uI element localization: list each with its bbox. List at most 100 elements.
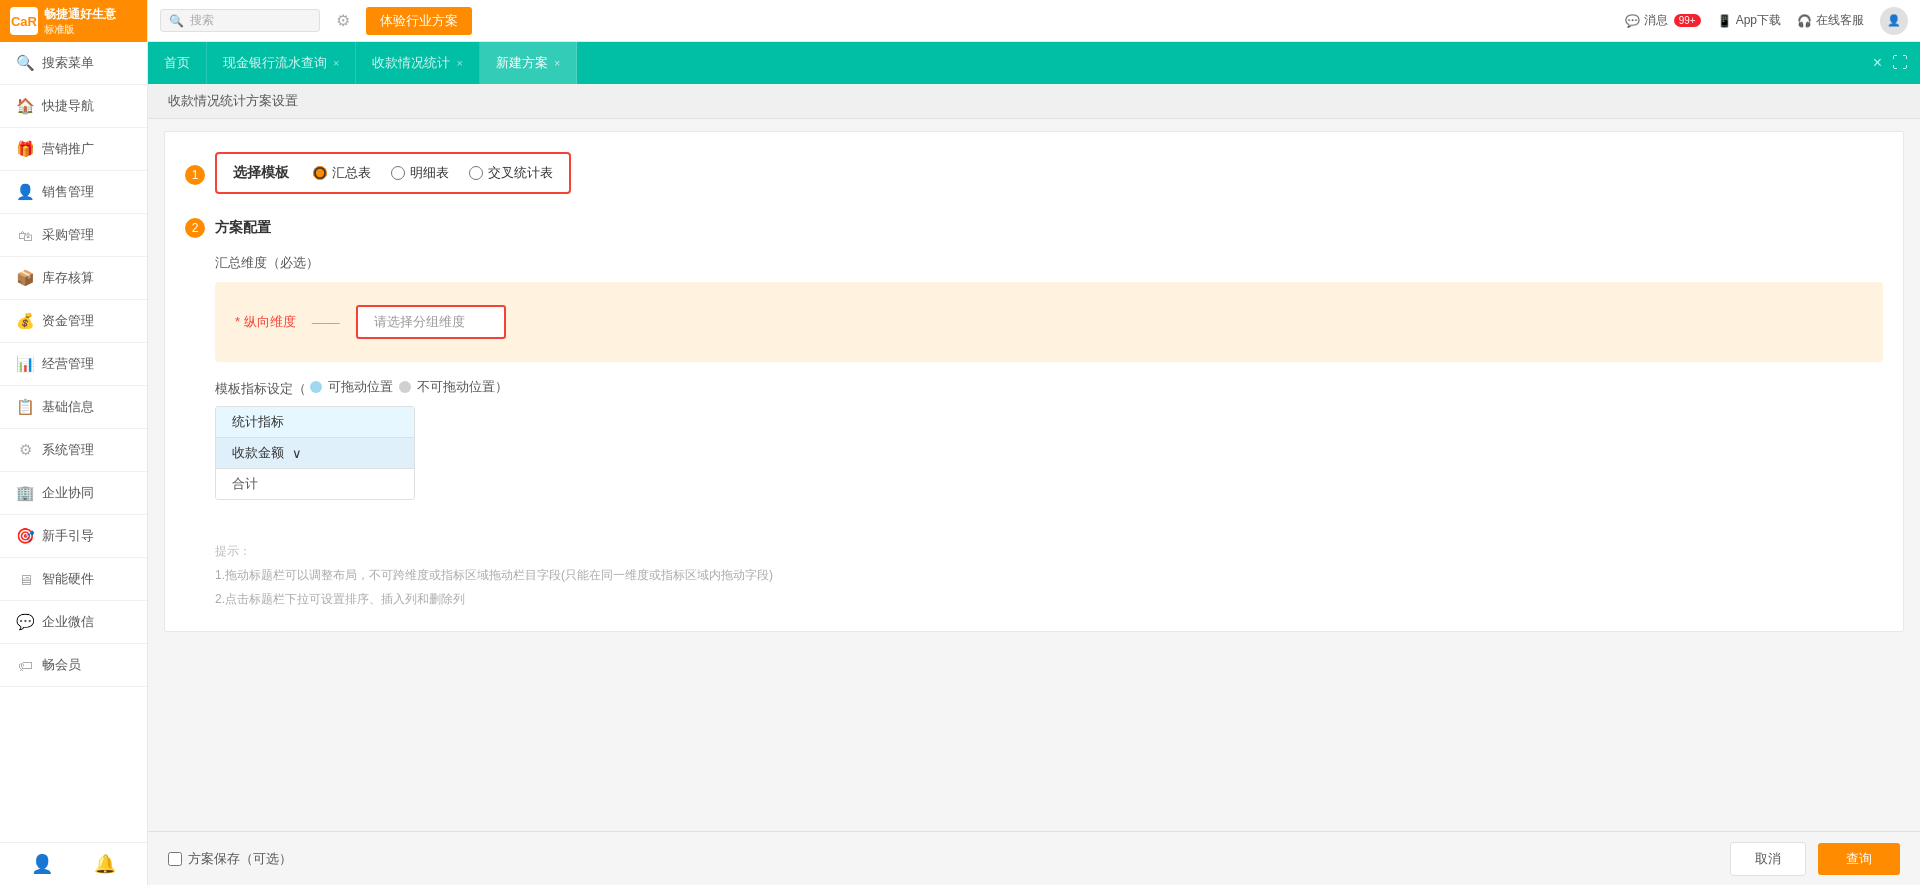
step2-header: 2 方案配置 [185, 218, 1883, 238]
metrics-total-row: 合计 [216, 469, 414, 499]
tabs-actions: × ⛶ [1873, 54, 1920, 72]
message-icon: 💬 [1625, 14, 1640, 28]
tab-cashflow[interactable]: 现金银行流水查询 × [207, 42, 356, 84]
radio-detail[interactable] [391, 166, 405, 180]
tab-bar: 首页 现金银行流水查询 × 收款情况统计 × 新建方案 × × ⛶ [148, 42, 1920, 84]
sidebar-label-quicknav: 快捷导航 [42, 97, 94, 115]
app-label: App下载 [1736, 12, 1781, 29]
total-label: 合计 [232, 476, 258, 491]
chat-icon: 💬 [16, 613, 34, 631]
user-avatar[interactable]: 👤 [1880, 7, 1908, 35]
tab-newplan-label: 新建方案 [496, 54, 548, 72]
template-options: 汇总表 明细表 交叉统计表 [313, 164, 553, 182]
option-detail[interactable]: 明细表 [391, 164, 449, 182]
sidebar-item-search[interactable]: 🔍 搜索菜单 [0, 42, 147, 85]
radio-cross[interactable] [469, 166, 483, 180]
sidebar-avatar: 👤 [31, 853, 53, 875]
sidebar-menu: 🔍 搜索菜单 🏠 快捷导航 🎁 营销推广 👤 销售管理 🛍 采购管理 📦 库存核… [0, 42, 147, 842]
sidebar-item-purchase[interactable]: 🛍 采购管理 [0, 214, 147, 257]
sidebar-item-operations[interactable]: 📊 经营管理 [0, 343, 147, 386]
option-cross-label: 交叉统计表 [488, 164, 553, 182]
tag-icon: 🏷 [16, 656, 34, 674]
home-icon: 🏠 [16, 97, 34, 115]
headset-icon: 🎧 [1797, 14, 1812, 28]
sidebar-label-guide: 新手引导 [42, 527, 94, 545]
bag-icon: 🛍 [16, 226, 34, 244]
tab-cashflow-close[interactable]: × [333, 57, 339, 69]
dim-select[interactable]: 请选择分组维度 [356, 305, 506, 339]
dropdown-icon[interactable]: ∨ [292, 446, 302, 461]
metrics-col-row[interactable]: 收款金额 ∨ [216, 438, 414, 469]
sidebar-item-enterprise[interactable]: 🏢 企业协同 [0, 472, 147, 515]
sidebar-item-sales[interactable]: 👤 销售管理 [0, 171, 147, 214]
tips-title: 提示： [215, 544, 251, 558]
col-label: 收款金额 [232, 444, 284, 462]
tab-receipts[interactable]: 收款情况统计 × [356, 42, 479, 84]
tab-newplan-close[interactable]: × [554, 57, 560, 69]
sidebar-item-quicknav[interactable]: 🏠 快捷导航 [0, 85, 147, 128]
notification-badge: 99+ [1674, 14, 1701, 27]
tab-receipts-label: 收款情况统计 [372, 54, 450, 72]
search-icon: 🔍 [169, 14, 184, 28]
sidebar-item-basics[interactable]: 📋 基础信息 [0, 386, 147, 429]
service-action[interactable]: 🎧 在线客服 [1797, 12, 1864, 29]
metrics-settings-label: 模板指标设定（ 可拖动位置 不可拖动位置） [215, 378, 1883, 398]
search-bar[interactable]: 🔍 搜索 [160, 9, 320, 32]
nondraggable-indicator [399, 381, 411, 393]
sidebar-item-hardware[interactable]: 🖥 智能硬件 [0, 558, 147, 601]
target-icon: 🎯 [16, 527, 34, 545]
window-expand-btn[interactable]: ⛶ [1892, 54, 1908, 72]
nondraggable-label: 不可拖动位置） [417, 378, 508, 396]
settings-icon[interactable]: ⚙ [336, 11, 350, 30]
breadcrumb: 收款情况统计方案设置 [148, 84, 1920, 119]
topbar: 🔍 搜索 ⚙ 体验行业方案 💬 消息 99+ 📱 App下载 🎧 在线客服 👤 [148, 0, 1920, 42]
monitor-icon: 🖥 [16, 570, 34, 588]
footer-save-area: 方案保存（可选） [168, 850, 292, 868]
gift-icon: 🎁 [16, 140, 34, 158]
trial-button[interactable]: 体验行业方案 [366, 7, 472, 35]
logo-badge: 标准版 [44, 23, 116, 37]
metrics-section: 模板指标设定（ 可拖动位置 不可拖动位置） 统计指标 [215, 378, 1883, 519]
tab-home-label: 首页 [164, 54, 190, 72]
sidebar-notification: 🔔 [94, 853, 116, 875]
notification-action[interactable]: 💬 消息 99+ [1625, 12, 1701, 29]
sidebar-label-operations: 经营管理 [42, 355, 94, 373]
app-download-action[interactable]: 📱 App下载 [1717, 12, 1781, 29]
sidebar-item-member[interactable]: 🏷 畅会员 [0, 644, 147, 687]
tip-1: 1.拖动标题栏可以调整布局，不可跨维度或指标区域拖动栏目字段(只能在同一维度或指… [215, 563, 1883, 587]
sidebar-item-marketing[interactable]: 🎁 营销推广 [0, 128, 147, 171]
sidebar-label-inventory: 库存核算 [42, 269, 94, 287]
sidebar-item-funds[interactable]: 💰 资金管理 [0, 300, 147, 343]
sidebar-label-member: 畅会员 [42, 656, 81, 674]
footer: 方案保存（可选） 取消 查询 [148, 831, 1920, 885]
sidebar-item-wechat[interactable]: 💬 企业微信 [0, 601, 147, 644]
window-close-btn[interactable]: × [1873, 54, 1882, 72]
step1-header: 1 选择模板 汇总表 明细表 交叉统 [185, 152, 1883, 198]
option-cross[interactable]: 交叉统计表 [469, 164, 553, 182]
option-summary[interactable]: 汇总表 [313, 164, 371, 182]
template-selection-box: 选择模板 汇总表 明细表 交叉统计表 [215, 152, 571, 194]
notification-label: 消息 [1644, 12, 1668, 29]
tips-area: 提示： 1.拖动标题栏可以调整布局，不可跨维度或指标区域拖动栏目字段(只能在同一… [215, 539, 1883, 611]
sidebar-item-guide[interactable]: 🎯 新手引导 [0, 515, 147, 558]
service-label: 在线客服 [1816, 12, 1864, 29]
sidebar-label-enterprise: 企业协同 [42, 484, 94, 502]
tab-cashflow-label: 现金银行流水查询 [223, 54, 327, 72]
sidebar-bottom: 👤 🔔 [0, 842, 147, 885]
radio-summary[interactable] [313, 166, 327, 180]
user-icon: 👤 [16, 183, 34, 201]
sidebar-item-system[interactable]: ⚙ 系统管理 [0, 429, 147, 472]
tab-home[interactable]: 首页 [148, 42, 207, 84]
save-checkbox[interactable] [168, 852, 182, 866]
metrics-table-header: 统计指标 [216, 407, 414, 438]
option-summary-label: 汇总表 [332, 164, 371, 182]
row-dim-label: 纵向维度 [235, 313, 296, 331]
step2-section: 2 方案配置 汇总维度（必选） 纵向维度 —— 请选择分组维度 模板指标设定（ [185, 218, 1883, 611]
tab-receipts-close[interactable]: × [456, 57, 462, 69]
sidebar-item-inventory[interactable]: 📦 库存核算 [0, 257, 147, 300]
sidebar-label-funds: 资金管理 [42, 312, 94, 330]
tab-newplan[interactable]: 新建方案 × [480, 42, 577, 84]
search-placeholder: 搜索 [190, 12, 214, 29]
query-button[interactable]: 查询 [1818, 843, 1900, 875]
cancel-button[interactable]: 取消 [1730, 842, 1806, 876]
